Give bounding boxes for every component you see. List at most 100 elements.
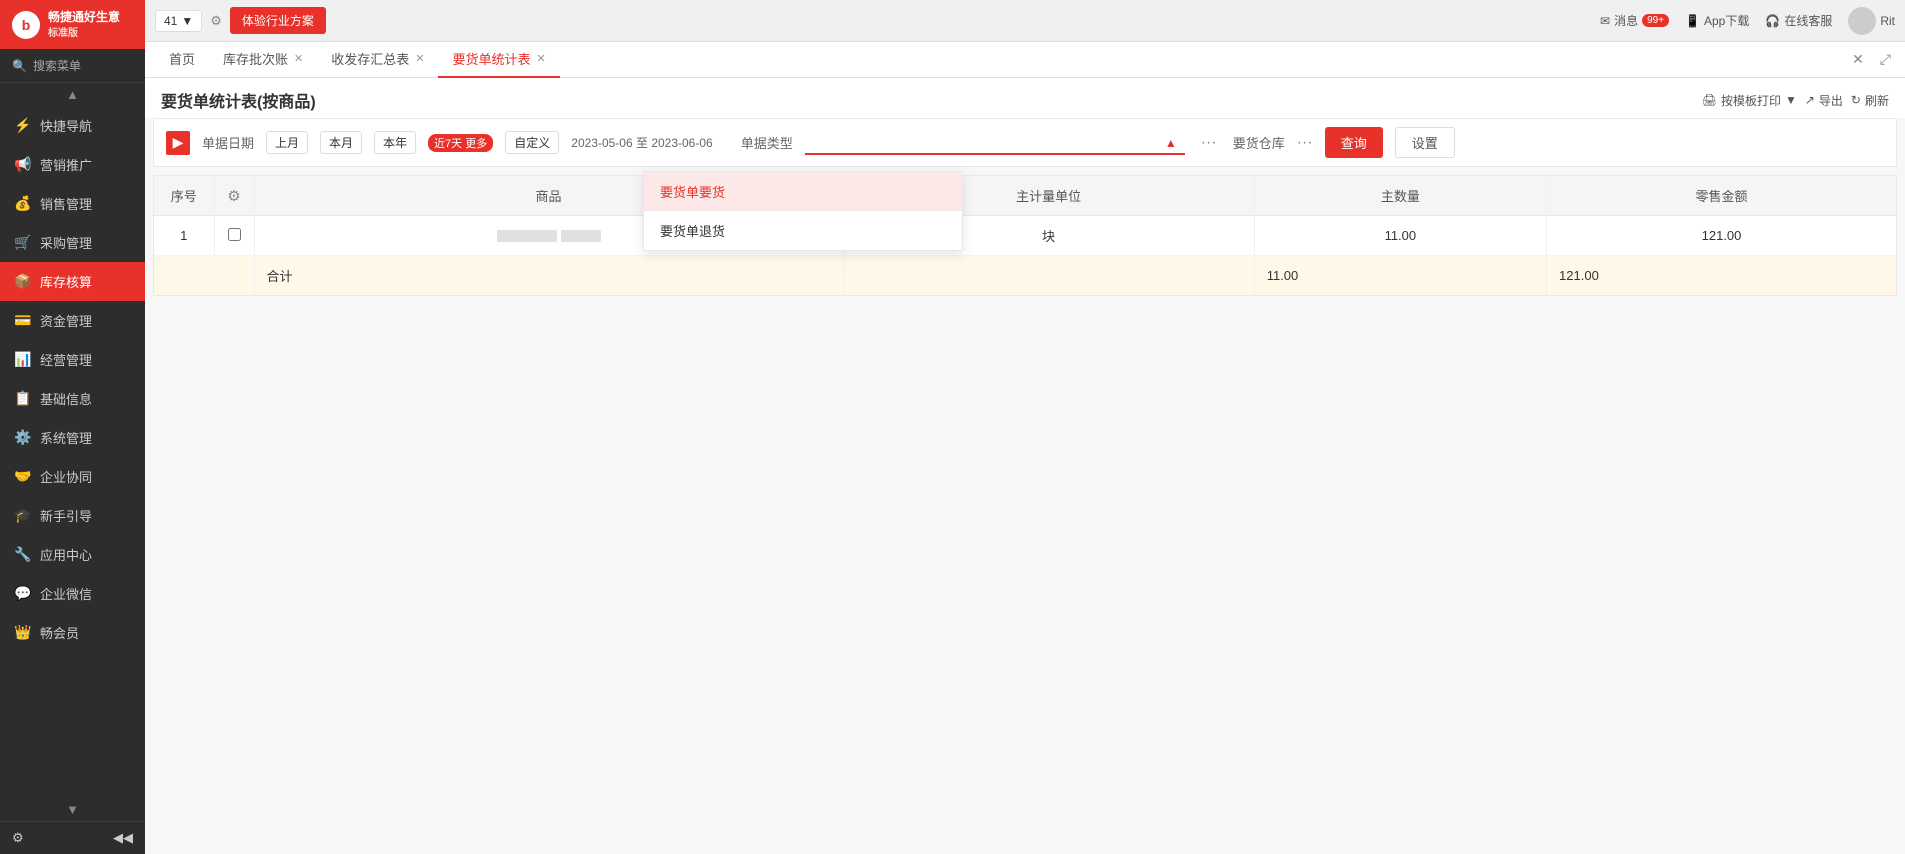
sidebar-search-label: 搜索菜单 — [33, 57, 81, 74]
filter-bar: ▶ 单据日期 上月 本月 本年 近7天 更多 自定义 2023-05-06 至 … — [153, 118, 1897, 167]
type-filter-label: 单据类型 — [741, 133, 793, 152]
table-settings-btn[interactable]: 设置 — [1395, 127, 1455, 158]
store-name: 41 — [164, 14, 177, 28]
dropdown-item-order_return[interactable]: 要货单退货 — [644, 211, 962, 250]
messages-icon: ✉ — [1600, 14, 1610, 28]
custom-date-btn[interactable]: 自定义 — [505, 131, 559, 154]
sidebar-scroll-up[interactable]: ▲ — [0, 83, 145, 106]
page-actions: 🖨 按模板打印 ▼ ↗ 导出 ↻ 刷新 — [1702, 92, 1889, 109]
footer-quantity: 11.00 — [1254, 256, 1546, 296]
sidebar-item-member[interactable]: 👑畅会员 — [0, 613, 145, 652]
type-input[interactable] — [805, 130, 1185, 155]
nav-icon-shortcut: ⚡ — [14, 117, 32, 134]
sidebar-item-operations[interactable]: 📊 经营管理 — [0, 340, 145, 379]
nav-label-basic: 基础信息 — [40, 389, 92, 408]
nav-icon-finance: 💳 — [14, 312, 32, 329]
warehouse-filter-label: 要货仓库 — [1233, 133, 1285, 152]
tab-close-inventory_batch[interactable]: ✕ — [294, 52, 303, 65]
close-all-tabs-btn[interactable]: ✕ — [1848, 51, 1868, 68]
last-month-btn[interactable]: 上月 — [266, 131, 308, 154]
content-area: 要货单统计表(按商品) 🖨 按模板打印 ▼ ↗ 导出 ↻ 刷新 — [145, 78, 1905, 854]
sidebar-item-system[interactable]: ⚙️系统管理 — [0, 418, 145, 457]
last7-badge[interactable]: 近7天 更多 — [428, 134, 493, 152]
sidebar-item-inventory[interactable]: 📦库存核算 — [0, 262, 145, 301]
export-label: 导出 — [1819, 92, 1843, 109]
sidebar-item-basic[interactable]: 📋 基础信息 — [0, 379, 145, 418]
sidebar-item-wechat[interactable]: 💬 企业微信 — [0, 574, 145, 613]
nav-label-wechat: 企业微信 — [40, 584, 92, 603]
sidebar-item-collab[interactable]: 🤝企业协同 — [0, 457, 145, 496]
export-btn[interactable]: ↗ 导出 — [1805, 92, 1843, 109]
nav-label-shortcut: 快捷导航 — [40, 116, 92, 135]
sidebar-item-finance[interactable]: 💳资金管理 — [0, 301, 145, 340]
tab-order_summary[interactable]: 要货单统计表 ✕ — [438, 41, 559, 78]
collapse-icon[interactable]: ◀◀ — [113, 830, 133, 846]
table-container: 序号 ⚙ 商品 主计量单位 主数量 零售金额 1 块 — [153, 175, 1897, 296]
cell-amount-0: 121.00 — [1547, 216, 1896, 256]
nav-label-collab: 企业协同 — [40, 467, 92, 486]
sidebar-item-marketing[interactable]: 📢营销推广 — [0, 145, 145, 184]
row-checkbox-0[interactable] — [228, 228, 241, 241]
nav-icon-operations: 📊 — [14, 351, 32, 368]
store-selector[interactable]: 41 ▼ — [155, 10, 202, 32]
col-quantity: 主数量 — [1254, 176, 1546, 216]
messages-btn[interactable]: ✉ 消息 99+ — [1600, 12, 1669, 29]
nav-icon-appstore: 🔧 — [14, 546, 32, 563]
sidebar-logo: b 畅捷通好生意 标准版 — [0, 0, 145, 49]
tabs-bar: 首页库存批次账 ✕收发存汇总表 ✕要货单统计表 ✕✕⤢ — [145, 42, 1905, 78]
sidebar-item-appstore[interactable]: 🔧应用中心 — [0, 535, 145, 574]
tab-home[interactable]: 首页 — [155, 41, 209, 78]
footer-amount: 121.00 — [1547, 256, 1896, 296]
tab-close-collect_summary[interactable]: ✕ — [415, 52, 424, 65]
tab-label-order_summary: 要货单统计表 — [452, 49, 530, 68]
main-area: 41 ▼ ⚙ 体验行业方案 ✉ 消息 99+ 📱 App下载 🎧 在线客服 R — [145, 0, 1905, 854]
sidebar-item-sales[interactable]: 💰销售管理 — [0, 184, 145, 223]
tab-collect_summary[interactable]: 收发存汇总表 ✕ — [317, 41, 438, 78]
nav-icon-basic: 📋 — [14, 390, 32, 407]
app-download-btn[interactable]: 📱 App下载 — [1685, 12, 1749, 29]
tab-close-order_summary[interactable]: ✕ — [537, 52, 546, 65]
app-icon: 📱 — [1685, 14, 1700, 28]
query-btn[interactable]: 查询 — [1325, 127, 1383, 158]
table-body: 1 块 11.00 121.00 — [154, 216, 1896, 256]
user-avatar[interactable]: Rit — [1848, 7, 1895, 35]
nav-icon-wechat: 💬 — [14, 585, 32, 602]
col-settings-header[interactable]: ⚙ — [214, 176, 254, 216]
footer-empty — [154, 256, 254, 296]
product-placeholder2-0 — [561, 230, 601, 242]
cell-seq-0: 1 — [154, 216, 214, 256]
logo-icon: b — [12, 11, 40, 39]
sidebar-item-guide[interactable]: 🎓新手引导 — [0, 496, 145, 535]
warehouse-more-btn[interactable]: ··· — [1297, 134, 1313, 152]
print-btn[interactable]: 🖨 按模板打印 ▼ — [1702, 92, 1797, 109]
column-settings-icon[interactable]: ⚙ — [227, 188, 240, 205]
sidebar-item-shortcut[interactable]: ⚡ 快捷导航 — [0, 106, 145, 145]
settings-icon-topbar[interactable]: ⚙ — [210, 13, 222, 29]
sidebar-search[interactable]: 🔍 搜索菜单 — [0, 49, 145, 83]
dropdown-item-order_request[interactable]: 要货单要货 — [644, 172, 962, 211]
topbar-left: 41 ▼ ⚙ 体验行业方案 — [155, 7, 326, 34]
settings-icon[interactable]: ⚙ — [12, 830, 24, 846]
nav-icon-marketing: 📢 — [14, 156, 32, 173]
refresh-label: 刷新 — [1865, 92, 1889, 109]
sidebar-scroll-down[interactable]: ▼ — [0, 798, 145, 821]
online-service-btn[interactable]: 🎧 在线客服 — [1765, 12, 1832, 29]
cell-quantity-0: 11.00 — [1254, 216, 1546, 256]
sidebar-nav: ⚡ 快捷导航 📢营销推广💰销售管理🛒采购管理📦库存核算💳资金管理 📊 经营管理 📋 基础信息… — [0, 106, 145, 798]
refresh-icon: ↻ — [1851, 93, 1861, 107]
tab-inventory_batch[interactable]: 库存批次账 ✕ — [209, 41, 317, 78]
expand-tabs-btn[interactable]: ⤢ — [1876, 51, 1895, 68]
refresh-btn[interactable]: ↻ 刷新 — [1851, 92, 1889, 109]
service-label: 在线客服 — [1784, 12, 1832, 29]
nav-label-operations: 经营管理 — [40, 350, 92, 369]
type-more-btn[interactable]: ··· — [1197, 134, 1221, 152]
nav-icon-guide: 🎓 — [14, 507, 32, 524]
sidebar-item-purchase[interactable]: 🛒采购管理 — [0, 223, 145, 262]
industry-btn[interactable]: 体验行业方案 — [230, 7, 326, 34]
topbar-right: ✉ 消息 99+ 📱 App下载 🎧 在线客服 Rit — [1600, 7, 1895, 35]
cell-checkbox-0[interactable] — [214, 216, 254, 256]
filter-toggle-btn[interactable]: ▶ — [166, 131, 190, 155]
this-month-btn[interactable]: 本月 — [320, 131, 362, 154]
this-year-btn[interactable]: 本年 — [374, 131, 416, 154]
data-table: 序号 ⚙ 商品 主计量单位 主数量 零售金额 1 块 — [154, 176, 1896, 295]
